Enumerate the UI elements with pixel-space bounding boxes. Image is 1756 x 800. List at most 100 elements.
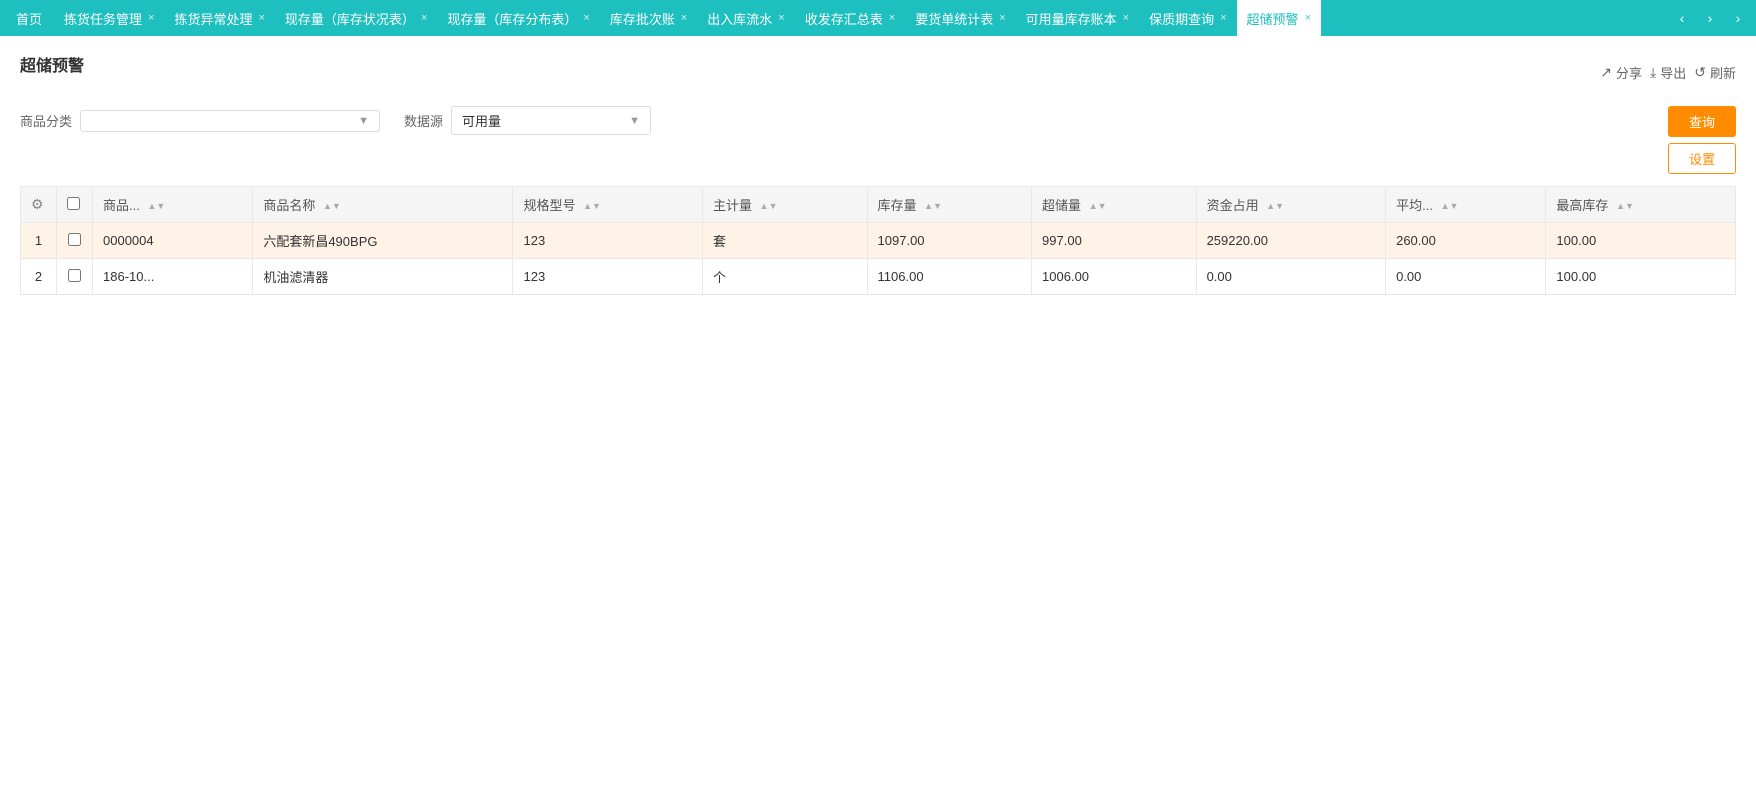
close-icon[interactable]: × [1305, 12, 1311, 24]
cell-unit: 个 [703, 259, 868, 295]
cell-capital: 0.00 [1196, 259, 1386, 295]
refresh-label: 刷新 [1710, 63, 1736, 82]
cell-product-code: 0000004 [93, 223, 253, 259]
cell-product-code: 186-10... [93, 259, 253, 295]
datasource-select[interactable]: 可用量 ▼ [451, 106, 651, 135]
nav-prev-button[interactable]: ‹ [1668, 0, 1696, 36]
row-checkbox-cell[interactable] [57, 223, 93, 259]
nav-tab-baozhi-chaxun[interactable]: 保质期查询 × [1139, 0, 1236, 36]
close-icon[interactable]: × [148, 12, 154, 24]
gear-icon[interactable]: ⚙ [31, 196, 44, 212]
share-icon: ↗ [1600, 64, 1612, 81]
row-checkbox[interactable] [68, 269, 81, 282]
nav-arrows: ‹ › › [1668, 0, 1752, 36]
close-icon[interactable]: × [583, 12, 589, 24]
nav-tab-xiancunliang-kuozhuang[interactable]: 现存量（库存状况表） × [275, 0, 437, 36]
th-product-code[interactable]: 商品... ▲▼ [93, 187, 253, 223]
nav-tab-xiancunliang-fenbu[interactable]: 现存量（库存分布表） × [437, 0, 599, 36]
cell-product-name: 六配套新昌490BPG [253, 223, 513, 259]
cell-stock: 1106.00 [867, 259, 1032, 295]
table-row: 1 0000004 六配套新昌490BPG 123 套 1097.00 997.… [21, 223, 1736, 259]
filter-category: 商品分类 ▼ [20, 110, 380, 132]
share-link[interactable]: ↗ 分享 [1600, 63, 1642, 82]
nav-tab-jianhuo-renwu[interactable]: 拣货任务管理 × [54, 0, 164, 36]
category-label: 商品分类 [20, 111, 72, 130]
cell-avg: 260.00 [1386, 223, 1546, 259]
nav-tab-churuku-liushui[interactable]: 出入库流水 × [697, 0, 794, 36]
sort-icon: ▲▼ [583, 202, 601, 211]
cell-unit: 套 [703, 223, 868, 259]
sort-icon: ▲▼ [1266, 202, 1284, 211]
cell-product-name: 机油滤清器 [253, 259, 513, 295]
nav-home[interactable]: 首页 [4, 9, 54, 28]
share-label: 分享 [1616, 63, 1642, 82]
nav-next-button[interactable]: › [1696, 0, 1724, 36]
table-header-row: ⚙ 商品... ▲▼ 商品名称 ▲▼ 规格型号 ▲▼ 主计 [21, 187, 1736, 223]
th-product-name[interactable]: 商品名称 ▲▼ [253, 187, 513, 223]
settings-button[interactable]: 设置 [1668, 143, 1736, 174]
th-avg[interactable]: 平均... ▲▼ [1386, 187, 1546, 223]
cell-max-stock: 100.00 [1546, 223, 1736, 259]
sort-icon: ▲▼ [1616, 202, 1634, 211]
close-icon[interactable]: × [258, 12, 264, 24]
query-button[interactable]: 查询 [1668, 106, 1736, 137]
th-stock[interactable]: 库存量 ▲▼ [867, 187, 1032, 223]
datasource-label: 数据源 [404, 111, 443, 130]
cell-spec: 123 [513, 223, 703, 259]
sort-icon: ▲▼ [1089, 202, 1107, 211]
cell-max-stock: 100.00 [1546, 259, 1736, 295]
nav-tab-chaochuyujing[interactable]: 超储预警 × [1237, 0, 1321, 36]
data-table: ⚙ 商品... ▲▼ 商品名称 ▲▼ 规格型号 ▲▼ 主计 [20, 186, 1736, 295]
top-nav-bar: 首页 拣货任务管理 × 拣货异常处理 × 现存量（库存状况表） × 现存量（库存… [0, 0, 1756, 36]
category-select[interactable]: ▼ [80, 110, 380, 132]
cell-overstock: 1006.00 [1032, 259, 1197, 295]
close-icon[interactable]: × [889, 12, 895, 24]
nav-tab-yaohuo-tongji[interactable]: 要货单统计表 × [905, 0, 1015, 36]
export-icon: ⤓ [1650, 64, 1656, 81]
page-content: 超储预警 ↗ 分享 ⤓ 导出 ↺ 刷新 商品分类 ▼ [0, 36, 1756, 311]
nav-tab-shoufacun-huizong[interactable]: 收发存汇总表 × [795, 0, 905, 36]
sort-icon: ▲▼ [323, 202, 341, 211]
refresh-link[interactable]: ↺ 刷新 [1694, 63, 1736, 82]
row-checkbox-cell[interactable] [57, 259, 93, 295]
sort-icon: ▲▼ [760, 202, 778, 211]
th-capital[interactable]: 资金占用 ▲▼ [1196, 187, 1386, 223]
row-num: 2 [21, 259, 57, 295]
cell-spec: 123 [513, 259, 703, 295]
th-overstock[interactable]: 超储量 ▲▼ [1032, 187, 1197, 223]
close-icon[interactable]: × [1220, 12, 1226, 24]
page-title: 超储预警 [20, 52, 84, 76]
cell-capital: 259220.00 [1196, 223, 1386, 259]
th-unit[interactable]: 主计量 ▲▼ [703, 187, 868, 223]
row-checkbox[interactable] [68, 233, 81, 246]
th-checkbox[interactable] [57, 187, 93, 223]
title-actions-row: 超储预警 ↗ 分享 ⤓ 导出 ↺ 刷新 [20, 52, 1736, 92]
chevron-down-icon: ▼ [358, 115, 369, 127]
close-icon[interactable]: × [421, 12, 427, 24]
th-spec[interactable]: 规格型号 ▲▼ [513, 187, 703, 223]
close-icon[interactable]: × [1123, 12, 1129, 24]
close-icon[interactable]: × [681, 12, 687, 24]
nav-more-button[interactable]: › [1724, 0, 1752, 36]
sort-icon: ▲▼ [1441, 202, 1459, 211]
sort-icon: ▲▼ [147, 202, 165, 211]
action-bar-right: ↗ 分享 ⤓ 导出 ↺ 刷新 [1600, 63, 1736, 82]
nav-tab-jianhuo-yichang[interactable]: 拣货异常处理 × [164, 0, 274, 36]
datasource-value: 可用量 [462, 111, 501, 130]
cell-stock: 1097.00 [867, 223, 1032, 259]
sort-icon: ▲▼ [924, 202, 942, 211]
nav-tab-keyongliang-zhangben[interactable]: 可用量库存账本 × [1016, 0, 1139, 36]
refresh-icon: ↺ [1694, 64, 1706, 81]
th-max-stock[interactable]: 最高库存 ▲▼ [1546, 187, 1736, 223]
cell-overstock: 997.00 [1032, 223, 1197, 259]
export-link[interactable]: ⤓ 导出 [1650, 63, 1686, 82]
close-icon[interactable]: × [778, 12, 784, 24]
select-all-checkbox[interactable] [67, 197, 80, 210]
filter-datasource: 数据源 可用量 ▼ [404, 106, 651, 135]
row-num: 1 [21, 223, 57, 259]
chevron-down-icon: ▼ [629, 115, 640, 127]
nav-tab-kucun-pizhang[interactable]: 库存批次账 × [600, 0, 697, 36]
th-settings[interactable]: ⚙ [21, 187, 57, 223]
close-icon[interactable]: × [999, 12, 1005, 24]
action-buttons: 查询 设置 [1668, 106, 1736, 174]
